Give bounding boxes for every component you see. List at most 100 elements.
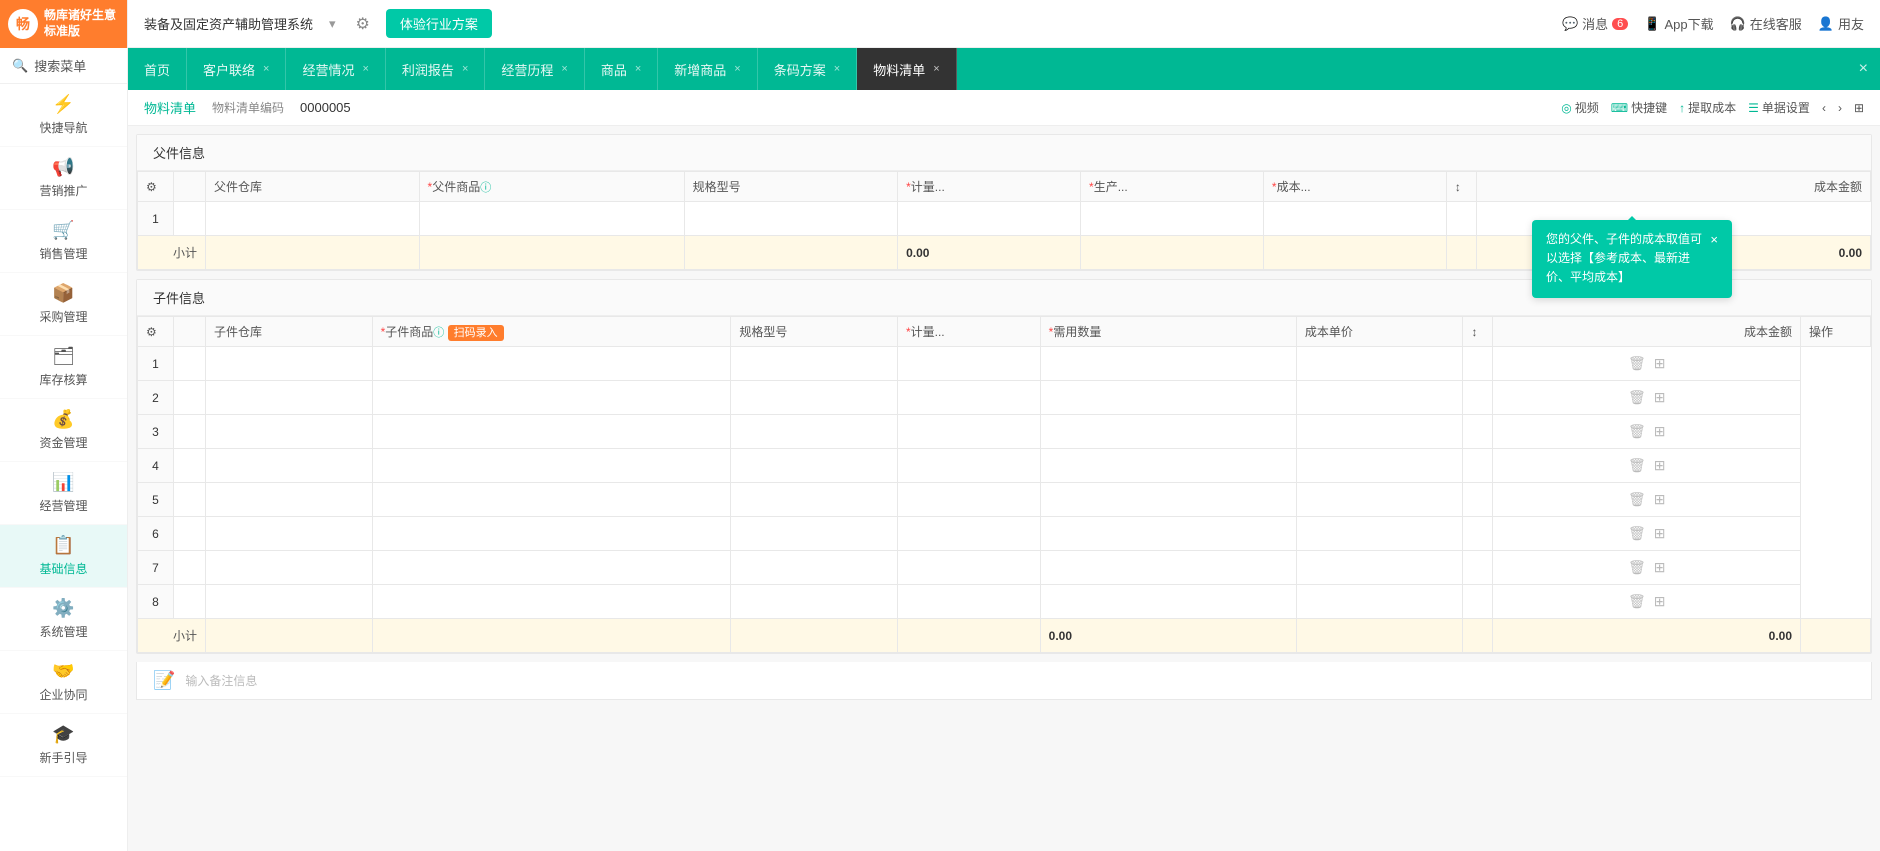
child-row-6-spec[interactable] [372, 517, 731, 551]
child-row-6-needed[interactable] [897, 517, 1040, 551]
scan-badge[interactable]: 扫码录入 [448, 325, 504, 341]
grid-view[interactable]: ⊞ [1854, 101, 1864, 115]
child-row-8-quantity-unit[interactable] [731, 585, 898, 619]
child-row-2-quantity-unit[interactable] [731, 381, 898, 415]
child-row-5-product[interactable] [206, 483, 373, 517]
child-row-6-quantity-unit[interactable] [731, 517, 898, 551]
sidebar-item-basic[interactable]: 📋 基础信息 [0, 525, 127, 588]
tab-close-icon[interactable]: × [263, 63, 269, 75]
child-row-7-spec[interactable] [372, 551, 731, 585]
child-row-7-product[interactable] [206, 551, 373, 585]
sidebar-item-finance[interactable]: 💰 资金管理 [0, 399, 127, 462]
parent-row-1-warehouse[interactable] [174, 202, 206, 236]
parent-row-1-spec[interactable] [419, 202, 684, 236]
child-row-7-quantity-unit[interactable] [731, 551, 898, 585]
delete-icon[interactable]: 🗑 [1628, 559, 1646, 576]
child-row-2-warehouse[interactable] [174, 381, 206, 415]
copy-icon[interactable]: ⊞ [1654, 389, 1666, 406]
delete-icon[interactable]: 🗑 [1628, 389, 1646, 406]
tab-bom[interactable]: 物料清单 × [857, 48, 956, 90]
sidebar-item-quick-nav[interactable]: ⚡ 快捷导航 [0, 84, 127, 147]
nav-next[interactable]: › [1838, 101, 1842, 115]
tab-close-icon[interactable]: × [561, 63, 567, 75]
child-row-3-needed[interactable] [897, 415, 1040, 449]
child-col-setting[interactable]: ⚙ [138, 317, 174, 347]
copy-icon[interactable]: ⊞ [1654, 593, 1666, 610]
copy-icon[interactable]: ⊞ [1654, 457, 1666, 474]
sidebar-item-purchase[interactable]: 📦 采购管理 [0, 273, 127, 336]
message-button[interactable]: 💬 消息 6 [1562, 14, 1628, 33]
sidebar-item-sales[interactable]: 🛒 销售管理 [0, 210, 127, 273]
child-row-8-spec[interactable] [372, 585, 731, 619]
tab-close-icon[interactable]: × [462, 63, 468, 75]
gear-icon[interactable]: ⚙ [356, 14, 370, 34]
child-row-3-warehouse[interactable] [174, 415, 206, 449]
user-button[interactable]: 👤 用友 [1818, 14, 1864, 33]
tab-customers[interactable]: 客户联络 × [187, 48, 286, 90]
child-row-7-unit-cost[interactable] [1040, 551, 1296, 585]
delete-icon[interactable]: 🗑 [1628, 593, 1646, 610]
sidebar-item-guide[interactable]: 🎓 新手引导 [0, 714, 127, 777]
child-row-3-quantity-unit[interactable] [731, 415, 898, 449]
search-menu[interactable]: 🔍 搜索菜单 [0, 48, 127, 84]
child-row-2-unit-cost[interactable] [1040, 381, 1296, 415]
tab-close-icon[interactable]: × [362, 63, 368, 75]
child-row-8-warehouse[interactable] [174, 585, 206, 619]
child-row-2-needed[interactable] [897, 381, 1040, 415]
tab-close-icon[interactable]: × [635, 63, 641, 75]
delete-icon[interactable]: 🗑 [1628, 355, 1646, 372]
tab-close-icon[interactable]: × [734, 63, 740, 75]
copy-icon[interactable]: ⊞ [1654, 525, 1666, 542]
child-row-1-needed[interactable] [897, 347, 1040, 381]
nav-prev[interactable]: ‹ [1822, 101, 1826, 115]
child-row-5-needed[interactable] [897, 483, 1040, 517]
child-row-4-unit-cost[interactable] [1040, 449, 1296, 483]
online-service-button[interactable]: 🎧 在线客服 [1730, 14, 1802, 33]
child-row-2-spec[interactable] [372, 381, 731, 415]
copy-icon[interactable]: ⊞ [1654, 491, 1666, 508]
child-row-2-product[interactable] [206, 381, 373, 415]
delete-icon[interactable]: 🗑 [1628, 525, 1646, 542]
child-row-6-product[interactable] [206, 517, 373, 551]
close-all-tabs[interactable]: × [1847, 60, 1880, 78]
tab-close-icon[interactable]: × [834, 63, 840, 75]
child-row-1-quantity-unit[interactable] [731, 347, 898, 381]
parent-row-1-quantity[interactable] [684, 202, 898, 236]
child-row-4-spec[interactable] [372, 449, 731, 483]
tab-operations[interactable]: 经营情况 × [286, 48, 385, 90]
action-cost[interactable]: ↑ 提取成本 [1679, 99, 1736, 116]
tooltip-close-button[interactable]: × [1710, 230, 1718, 251]
delete-icon[interactable]: 🗑 [1628, 457, 1646, 474]
tab-history[interactable]: 经营历程 × [485, 48, 584, 90]
sidebar-item-collab[interactable]: 🤝 企业协同 [0, 651, 127, 714]
sidebar-item-marketing[interactable]: 📢 营销推广 [0, 147, 127, 210]
child-row-1-product[interactable] [206, 347, 373, 381]
tab-products[interactable]: 商品 × [585, 48, 658, 90]
child-row-4-warehouse[interactable] [174, 449, 206, 483]
child-row-8-unit-cost[interactable] [1040, 585, 1296, 619]
child-row-8-product[interactable] [206, 585, 373, 619]
delete-icon[interactable]: 🗑 [1628, 423, 1646, 440]
tab-new-products[interactable]: 新增商品 × [658, 48, 757, 90]
child-row-7-needed[interactable] [897, 551, 1040, 585]
child-row-4-needed[interactable] [897, 449, 1040, 483]
sidebar-item-inventory[interactable]: 🗂 库存核算 [0, 336, 127, 399]
trial-button[interactable]: 体验行业方案 [386, 9, 492, 38]
action-settings[interactable]: ☰ 单据设置 [1748, 99, 1810, 116]
tab-close-icon[interactable]: × [933, 63, 939, 75]
copy-icon[interactable]: ⊞ [1654, 559, 1666, 576]
child-row-5-spec[interactable] [372, 483, 731, 517]
child-row-1-spec[interactable] [372, 347, 731, 381]
child-row-3-product[interactable] [206, 415, 373, 449]
child-row-6-warehouse[interactable] [174, 517, 206, 551]
copy-icon[interactable]: ⊞ [1654, 423, 1666, 440]
tab-profit[interactable]: 利润报告 × [386, 48, 485, 90]
child-row-7-warehouse[interactable] [174, 551, 206, 585]
child-row-6-unit-cost[interactable] [1040, 517, 1296, 551]
action-view[interactable]: ◎ 视频 [1561, 99, 1599, 116]
tab-barcode[interactable]: 条码方案 × [758, 48, 857, 90]
copy-icon[interactable]: ⊞ [1654, 355, 1666, 372]
child-row-5-warehouse[interactable] [174, 483, 206, 517]
tab-home[interactable]: 首页 [128, 48, 187, 90]
child-row-8-needed[interactable] [897, 585, 1040, 619]
